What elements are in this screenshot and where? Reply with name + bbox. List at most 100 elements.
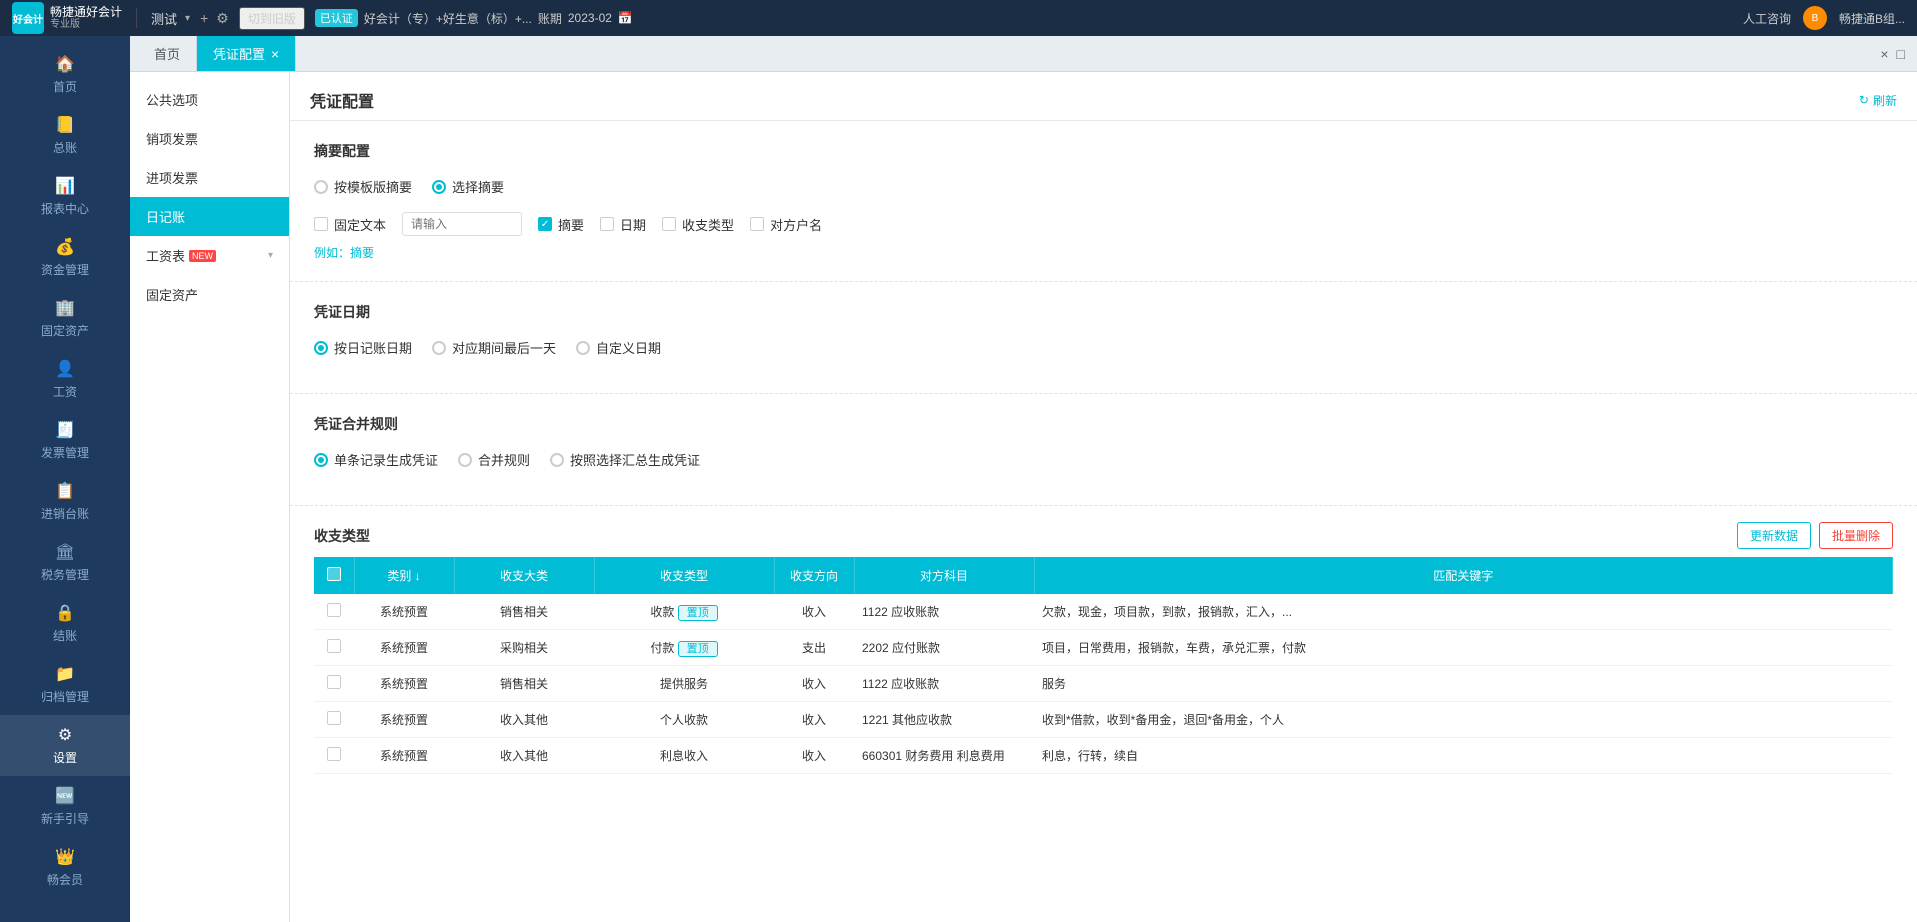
sub-sidebar-label-purchase-invoice: 进项发票 xyxy=(146,168,198,187)
top-bar-nav: 测试 ▾ xyxy=(151,9,190,28)
radio-custom-date[interactable]: 自定义日期 xyxy=(576,338,661,357)
table-header-checkbox-cell xyxy=(314,557,354,594)
sidebar-item-funds[interactable]: 💰 资金管理 xyxy=(0,227,130,288)
top-tag-0[interactable]: 置顶 xyxy=(678,605,718,621)
radio-summary-generate[interactable]: 按照选择汇总生成凭证 xyxy=(550,450,700,469)
tab-close-icon[interactable]: × xyxy=(271,46,279,62)
nav-item-test[interactable]: 测试 xyxy=(151,9,177,28)
sub-sidebar-item-fixed-assets[interactable]: 固定资产 xyxy=(130,275,289,314)
sub-sidebar-item-journal[interactable]: 日记账 xyxy=(130,197,289,236)
row-account-1: 2202 应付账款 xyxy=(854,630,1034,666)
radio-single-record[interactable]: 单条记录生成凭证 xyxy=(314,450,438,469)
user-name[interactable]: 畅捷通B组... xyxy=(1839,10,1905,27)
add-icon[interactable]: + xyxy=(200,10,208,26)
sidebar-item-home[interactable]: 🏠 首页 xyxy=(0,44,130,105)
top-bar-right: 人工咨询 B 畅捷通B组... xyxy=(1743,6,1905,30)
row-keywords-1: 项目，日常费用，报销款，车费，承兑汇票，付款 xyxy=(1034,630,1893,666)
tax-icon: 🏛 xyxy=(55,542,75,562)
nav-dropdown-icon[interactable]: ▾ xyxy=(185,13,190,24)
sub-sidebar-item-payroll-table[interactable]: 工资表 NEW ▾ xyxy=(130,236,289,275)
row-checkbox-0[interactable] xyxy=(327,603,341,617)
batch-delete-button[interactable]: 批量删除 xyxy=(1819,522,1893,549)
sidebar-item-guide[interactable]: 🆕 新手引导 xyxy=(0,776,130,837)
table-header-big-type: 收支大类 xyxy=(454,557,594,594)
refresh-button[interactable]: ↻ 刷新 xyxy=(1859,92,1897,109)
table-header-income-type: 收支类型 xyxy=(594,557,774,594)
row-big-type-2: 销售相关 xyxy=(454,666,594,702)
status-badge: 已认证 xyxy=(315,9,358,27)
sidebar-item-assets[interactable]: 🏢 固定资产 xyxy=(0,288,130,349)
radio-template[interactable]: 按模板版摘要 xyxy=(314,177,412,196)
archive-icon: 📁 xyxy=(55,664,75,684)
funds-icon: 💰 xyxy=(55,237,75,257)
sidebar-item-ledger[interactable]: 📒 总账 xyxy=(0,105,130,166)
sidebar-item-archive[interactable]: 📁 归档管理 xyxy=(0,654,130,715)
logo: 好会计 畅捷通好会计 专业版 xyxy=(12,2,122,34)
old-version-button[interactable]: 切到旧版 xyxy=(239,7,305,30)
table-header-category: 类别 ↓ xyxy=(354,557,454,594)
settings-icon[interactable]: ⚙ xyxy=(216,10,229,27)
update-data-button[interactable]: 更新数据 xyxy=(1737,522,1811,549)
row-checkbox-3[interactable] xyxy=(327,711,341,725)
table-header-checkbox[interactable] xyxy=(327,567,341,581)
sidebar-item-sales[interactable]: 📋 进销台账 xyxy=(0,471,130,532)
radio-period-last[interactable]: 对应期间最后一天 xyxy=(432,338,556,357)
checkbox-counterpart-label: 对方户名 xyxy=(770,215,822,234)
window-close-button[interactable]: × xyxy=(1880,46,1888,62)
checkbox-income-type[interactable]: 收支类型 xyxy=(662,215,734,234)
checkbox-date[interactable]: 日期 xyxy=(600,215,646,234)
merge-section: 凭证合并规则 单条记录生成凭证 合并规则 xyxy=(290,394,1917,506)
row-checkbox-cell-2 xyxy=(314,666,354,702)
sidebar-item-label-guide: 新手引导 xyxy=(41,810,89,827)
sidebar-item-member[interactable]: 👑 畅会员 xyxy=(0,837,130,898)
radio-merge-rule[interactable]: 合并规则 xyxy=(458,450,530,469)
checkbox-fixed-text[interactable]: 固定文本 xyxy=(314,215,386,234)
row-checkbox-1[interactable] xyxy=(327,639,341,653)
guide-icon: 🆕 xyxy=(55,786,75,806)
sidebar-item-label-archive: 归档管理 xyxy=(41,688,89,705)
radio-journal-date[interactable]: 按日记账日期 xyxy=(314,338,412,357)
radio-select[interactable]: 选择摘要 xyxy=(432,177,504,196)
support-label[interactable]: 人工咨询 xyxy=(1743,10,1791,27)
tab-home[interactable]: 首页 xyxy=(138,36,197,71)
sidebar-item-reports[interactable]: 📊 报表中心 xyxy=(0,166,130,227)
radio-select-circle xyxy=(432,180,446,194)
row-category-1: 系统预置 xyxy=(354,630,454,666)
row-checkbox-2[interactable] xyxy=(327,675,341,689)
page-content: 公共选项 销项发票 进项发票 日记账 工资表 NEW ▾ xyxy=(130,72,1917,922)
top-bar-divider xyxy=(136,8,137,28)
sidebar-item-tax[interactable]: 🏛 税务管理 xyxy=(0,532,130,593)
window-expand-button[interactable]: □ xyxy=(1897,46,1905,62)
row-direction-0: 收入 xyxy=(774,594,854,630)
top-tag-1[interactable]: 置顶 xyxy=(678,641,718,657)
row-big-type-1: 采购相关 xyxy=(454,630,594,666)
sidebar-item-label-tax: 税务管理 xyxy=(41,566,89,583)
checkbox-fixed-text-label: 固定文本 xyxy=(334,215,386,234)
sub-sidebar-label-journal: 日记账 xyxy=(146,207,185,226)
logo-icon: 好会计 xyxy=(12,2,44,34)
radio-merge-rule-circle xyxy=(458,453,472,467)
row-checkbox-4[interactable] xyxy=(327,747,341,761)
calendar-icon[interactable]: 📅 xyxy=(618,11,633,25)
user-avatar[interactable]: B xyxy=(1803,6,1827,30)
income-section: 收支类型 更新数据 批量删除 xyxy=(290,506,1917,774)
fixed-text-input[interactable] xyxy=(402,212,522,236)
sub-sidebar-item-sales-invoice[interactable]: 销项发票 xyxy=(130,119,289,158)
sidebar-item-close[interactable]: 🔒 结账 xyxy=(0,593,130,654)
sidebar-item-invoices[interactable]: 🧾 发票管理 xyxy=(0,410,130,471)
income-actions: 更新数据 批量删除 xyxy=(1737,522,1893,549)
checkbox-counterpart[interactable]: 对方户名 xyxy=(750,215,822,234)
sidebar-item-settings[interactable]: ⚙ 设置 xyxy=(0,715,130,776)
sub-sidebar-item-purchase-invoice[interactable]: 进项发票 xyxy=(130,158,289,197)
tab-voucher-config[interactable]: 凭证配置 × xyxy=(197,36,296,71)
page-title: 凭证配置 xyxy=(310,88,374,112)
row-income-type-0: 收款 置顶 xyxy=(594,594,774,630)
row-income-type-2: 提供服务 xyxy=(594,666,774,702)
row-checkbox-cell-4 xyxy=(314,738,354,774)
sub-sidebar-item-public[interactable]: 公共选项 xyxy=(130,80,289,119)
sort-icon: ↓ xyxy=(415,569,421,583)
row-checkbox-cell-1 xyxy=(314,630,354,666)
checkbox-summary[interactable]: ✓ 摘要 xyxy=(538,215,584,234)
status-text: 好会计（专）+好生意（标）+... xyxy=(364,10,532,27)
sidebar-item-payroll[interactable]: 👤 工资 xyxy=(0,349,130,410)
